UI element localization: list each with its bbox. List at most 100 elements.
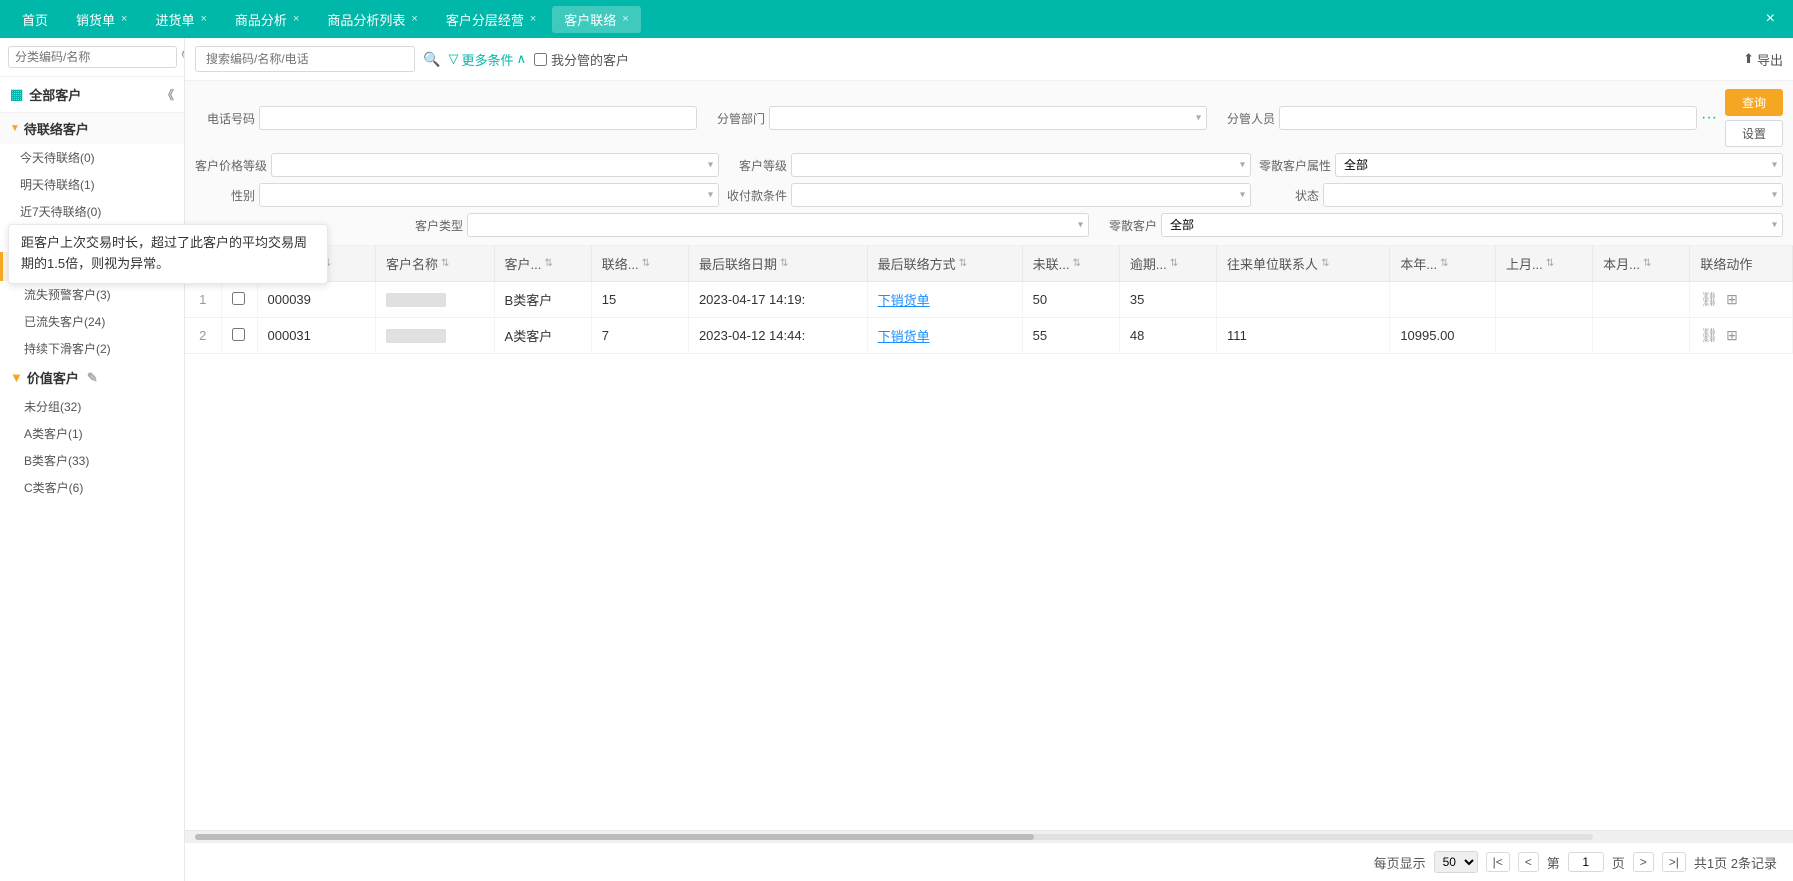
th-last-contact-method[interactable]: 最后联络方式 ⇅ xyxy=(867,246,1022,282)
filter-field-payment: 收付款条件 ▾ xyxy=(727,183,1251,207)
sidebar-item-class-a[interactable]: A类客户(1) xyxy=(0,420,184,447)
row-no-contact-1: 50 xyxy=(1022,282,1119,318)
th-this-year[interactable]: 本年... ⇅ xyxy=(1390,246,1496,282)
row-code-2: 000031 xyxy=(257,318,376,354)
nav-sales-order[interactable]: 销货单 × xyxy=(64,6,139,33)
prev-page-btn[interactable]: < xyxy=(1518,852,1539,872)
th-contacts[interactable]: 往来单位联系人 ⇅ xyxy=(1217,246,1390,282)
row-select-checkbox-2[interactable] xyxy=(232,328,245,341)
filter-payment-select[interactable] xyxy=(791,183,1251,207)
sort-icon-name: ⇅ xyxy=(441,258,449,269)
more-dots-person[interactable]: ··· xyxy=(1701,110,1717,126)
action-icon-grid-2[interactable]: ⊞ xyxy=(1726,327,1738,344)
nav-customer-contact[interactable]: 客户联络 × xyxy=(552,6,640,33)
nav-purchase-order[interactable]: 进货单 × xyxy=(143,6,218,33)
row-overdue-1: 35 xyxy=(1119,282,1216,318)
scrollbar-track[interactable] xyxy=(195,834,1593,840)
per-page-select[interactable]: 50 xyxy=(1434,851,1478,873)
th-this-month[interactable]: 本月... ⇅ xyxy=(1593,246,1690,282)
my-customers-checkbox-label[interactable]: 我分管的客户 xyxy=(534,50,629,69)
main-search-icon[interactable]: 🔍 xyxy=(423,51,440,68)
row-name-1 xyxy=(376,282,495,318)
row-overdue-2: 48 xyxy=(1119,318,1216,354)
first-page-btn[interactable]: |< xyxy=(1486,852,1510,872)
sidebar-value-group-title[interactable]: ▼ 价值客户 ✎ xyxy=(0,362,184,393)
action-icon-grid-1[interactable]: ⊞ xyxy=(1726,291,1738,308)
nav-customer-segmentation[interactable]: 客户分层经营 × xyxy=(434,6,548,33)
th-last-month[interactable]: 上月... ⇅ xyxy=(1495,246,1592,282)
sort-icon-contact: ⇅ xyxy=(642,258,650,269)
filter-price-level-select-wrap: ▾ xyxy=(271,153,719,177)
filter-dept-select-wrap: ▾ xyxy=(769,106,1207,130)
nav-home[interactable]: 首页 xyxy=(10,6,60,33)
next-page-btn[interactable]: > xyxy=(1633,852,1654,872)
sort-icon-method: ⇅ xyxy=(959,258,967,269)
nav-close-customer-segmentation[interactable]: × xyxy=(530,13,536,25)
th-customer-name[interactable]: 客户名称 ⇅ xyxy=(376,246,495,282)
filter-dept-select[interactable] xyxy=(769,106,1207,130)
row-last-month-2 xyxy=(1495,318,1592,354)
sidebar-item-ungroup[interactable]: 未分组(32) xyxy=(0,393,184,420)
my-customers-checkbox[interactable] xyxy=(534,53,547,66)
filter-price-level-select[interactable] xyxy=(271,153,719,177)
horizontal-scrollbar[interactable] xyxy=(185,830,1793,842)
sidebar-item-class-b[interactable]: B类客户(33) xyxy=(0,447,184,474)
th-last-contact-date[interactable]: 最后联络日期 ⇅ xyxy=(688,246,867,282)
row-category-2: A类客户 xyxy=(494,318,591,354)
th-contact[interactable]: 联络... ⇅ xyxy=(591,246,688,282)
sidebar-item-7days[interactable]: 近7天待联络(0) xyxy=(0,198,184,225)
sidebar-item-tomorrow[interactable]: 明天待联络(1) xyxy=(0,171,184,198)
action-icon-link-1[interactable]: ⛓ xyxy=(1700,291,1718,308)
nav-close-purchase-order[interactable]: × xyxy=(200,13,206,25)
nav-close-all[interactable]: × xyxy=(1758,6,1783,32)
sidebar-item-loss-warning[interactable]: 流失预警客户(3) xyxy=(0,281,184,308)
filter-customer-type-select[interactable] xyxy=(467,213,1089,237)
customers-table: ⚙ 客户编码 ⇅ 客户名称 xyxy=(185,246,1793,354)
th-overdue[interactable]: 逾期... ⇅ xyxy=(1119,246,1216,282)
main-search-input[interactable] xyxy=(195,46,415,72)
sidebar-pending-group-title[interactable]: ▼ 待联络客户 xyxy=(0,113,184,144)
nav-close-product-analysis-list[interactable]: × xyxy=(411,13,417,25)
sort-icon-category: ⇅ xyxy=(544,258,552,269)
filter-status-select[interactable] xyxy=(1323,183,1783,207)
contact-method-link-1[interactable]: 下销货单 xyxy=(878,293,930,308)
filter-person-input[interactable] xyxy=(1279,106,1697,130)
filter-customer-level-select[interactable] xyxy=(791,153,1251,177)
nav-product-analysis[interactable]: 商品分析 × xyxy=(223,6,311,33)
table-header-row: ⚙ 客户编码 ⇅ 客户名称 xyxy=(185,246,1793,282)
th-category[interactable]: 客户... ⇅ xyxy=(494,246,591,282)
filter-retail-attr-select[interactable]: 全部 xyxy=(1335,153,1783,177)
nav-product-analysis-list[interactable]: 商品分析列表 × xyxy=(315,6,429,33)
action-icon-link-2[interactable]: ⛓ xyxy=(1700,327,1718,344)
filter-gender-select[interactable] xyxy=(259,183,719,207)
filter-field-dept: 分管部门 ▾ xyxy=(705,106,1207,130)
th-no-contact[interactable]: 未联... ⇅ xyxy=(1022,246,1119,282)
sidebar-item-lost-customers[interactable]: 已流失客户(24) xyxy=(0,308,184,335)
sidebar-collapse-btn[interactable]: 《 xyxy=(162,86,174,103)
nav-close-sales-order[interactable]: × xyxy=(121,13,127,25)
row-select-checkbox-1[interactable] xyxy=(232,292,245,305)
page-number-input[interactable] xyxy=(1568,852,1604,872)
query-btn[interactable]: 查询 xyxy=(1725,89,1783,116)
nav-close-product-analysis[interactable]: × xyxy=(293,13,299,25)
more-conditions-btn[interactable]: ▽ 更多条件 ∧ xyxy=(448,50,526,69)
nav-close-customer-contact[interactable]: × xyxy=(622,13,628,25)
customer-name-blur-1 xyxy=(386,293,446,307)
per-page-label: 每页显示 xyxy=(1374,853,1426,872)
filter-phone-input[interactable] xyxy=(259,106,697,130)
filter-status-select-wrap: ▾ xyxy=(1323,183,1783,207)
sidebar-item-today[interactable]: 今天待联络(0) xyxy=(0,144,184,171)
row-this-year-2: 10995.00 xyxy=(1390,318,1496,354)
export-btn[interactable]: ⬆ 导出 xyxy=(1743,50,1783,69)
contact-method-link-2[interactable]: 下销货单 xyxy=(878,329,930,344)
sidebar-item-declining[interactable]: 持续下滑客户(2) xyxy=(0,335,184,362)
filter-field-person: 分管人员 ··· xyxy=(1215,106,1717,130)
filter-retail-customer-select[interactable]: 全部 xyxy=(1161,213,1783,237)
last-page-btn[interactable]: >| xyxy=(1662,852,1686,872)
scrollbar-thumb[interactable] xyxy=(195,834,1034,840)
advanced-filter: 电话号码 分管部门 ▾ 分管人员 ··· 查询 设置 xyxy=(185,81,1793,246)
settings-btn[interactable]: 设置 xyxy=(1725,120,1783,147)
edit-icon[interactable]: ✎ xyxy=(87,370,98,386)
sidebar-item-class-c[interactable]: C类客户(6) xyxy=(0,474,184,501)
sidebar-search-input[interactable] xyxy=(8,46,177,68)
